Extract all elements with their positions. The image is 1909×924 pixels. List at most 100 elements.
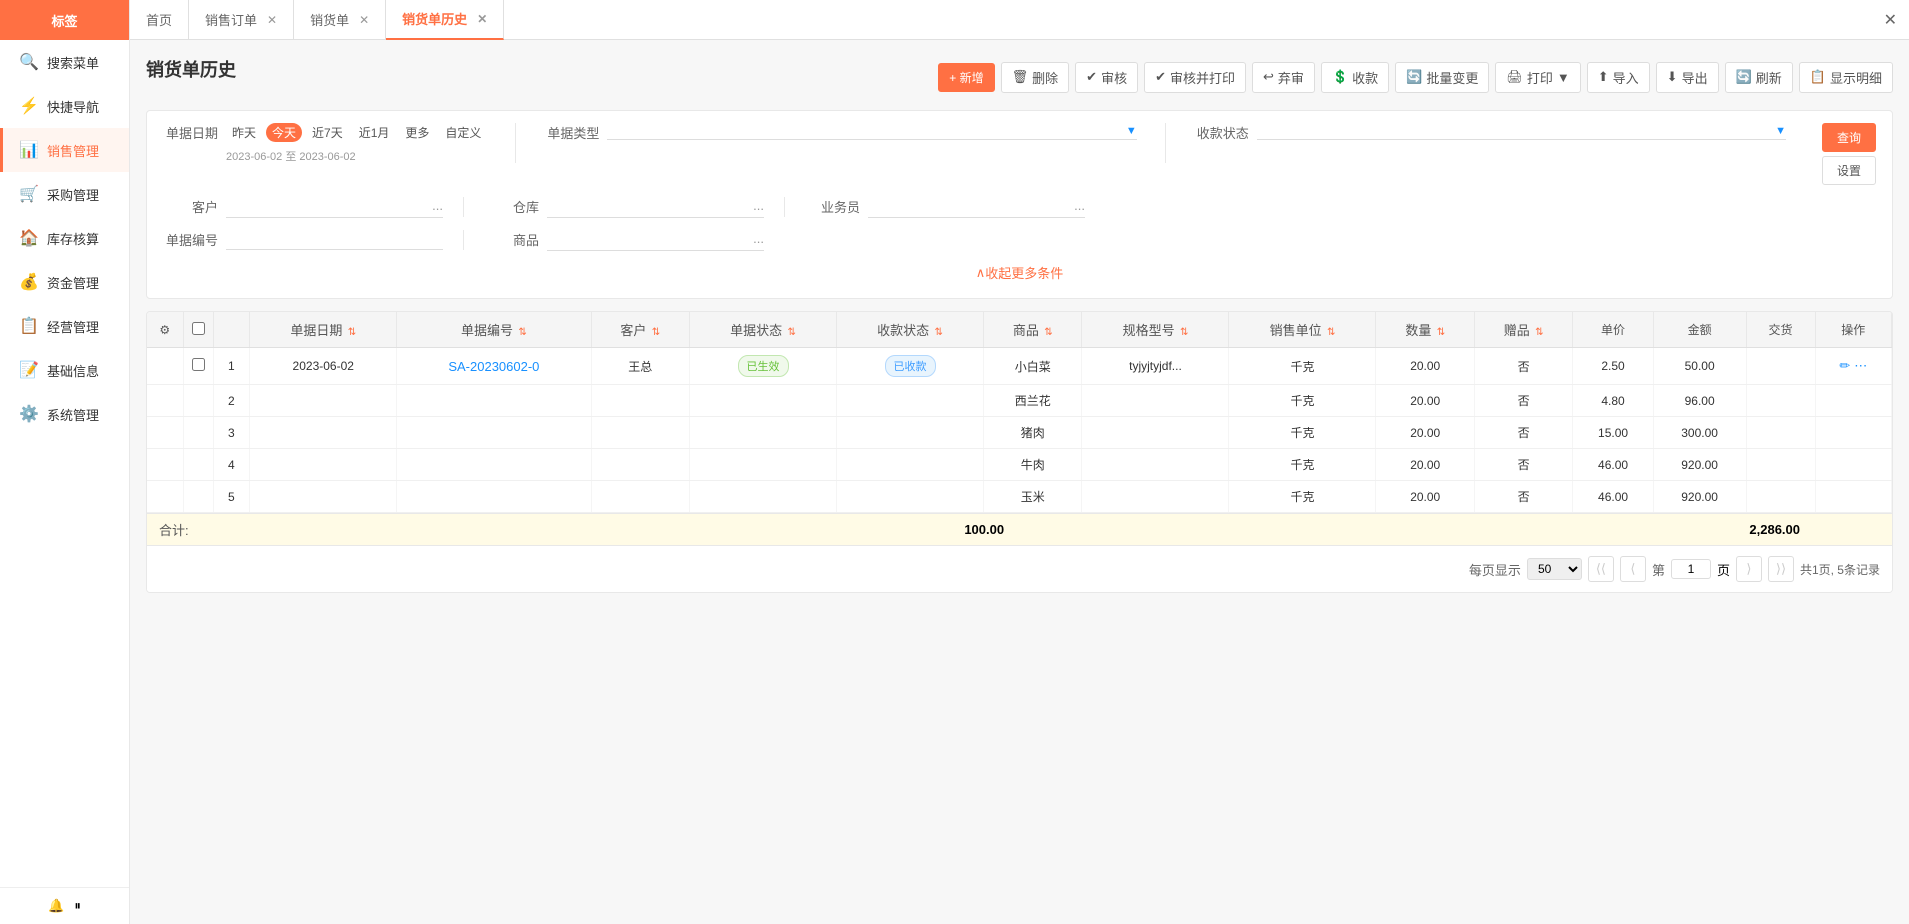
doc-no-link[interactable]: SA-20230602-0	[448, 359, 539, 374]
audit-print-button[interactable]: ✔ 审核并打印	[1144, 62, 1246, 93]
date-1month[interactable]: 近1月	[353, 123, 396, 142]
last-page-btn[interactable]: ⟩⟩	[1768, 556, 1794, 582]
gear-icon: ⚙️	[19, 404, 39, 424]
collect-button[interactable]: 💲 收款	[1321, 62, 1389, 93]
row-settings	[147, 348, 183, 385]
col-doc-date-label: 单据日期	[290, 323, 342, 338]
col-doc-no[interactable]: 单据编号 ⇅	[397, 312, 591, 348]
col-doc-date[interactable]: 单据日期 ⇅	[250, 312, 397, 348]
col-payment-status[interactable]: 收款状态 ⇅	[837, 312, 984, 348]
date-custom[interactable]: 自定义	[439, 123, 487, 142]
abandon-button[interactable]: ↩ 弃审	[1252, 62, 1315, 93]
batch-change-button[interactable]: 🔄 批量变更	[1395, 62, 1489, 93]
import-button[interactable]: ⬆ 导入	[1587, 62, 1650, 93]
row-gift: 否	[1474, 449, 1572, 481]
salesperson-input[interactable]	[868, 195, 1070, 215]
new-button[interactable]: + 新增	[938, 63, 994, 92]
tab-sales-history-close[interactable]: ✕	[477, 13, 487, 25]
sidebar-bottom-icon1[interactable]: 🔔	[48, 898, 64, 914]
col-doc-status[interactable]: 单据状态 ⇅	[690, 312, 837, 348]
row-settings	[147, 385, 183, 417]
audit-print-icon: ✔	[1155, 69, 1166, 85]
first-page-btn[interactable]: ⟨⟨	[1588, 556, 1614, 582]
row-checkbox-input[interactable]	[192, 358, 205, 371]
prev-page-btn[interactable]: ⟨	[1620, 556, 1646, 582]
row-checkbox	[183, 481, 213, 513]
row-customer: 王总	[591, 348, 689, 385]
export-button[interactable]: ⬇ 导出	[1656, 62, 1719, 93]
print-button[interactable]: 🖨 打印 ▼	[1495, 62, 1580, 93]
row-amount: 96.00	[1653, 385, 1746, 417]
tab-bar: 首页 销售订单 ✕ 销货单 ✕ 销货单历史 ✕ ✕	[130, 0, 1909, 40]
sidebar-bottom-icon2[interactable]: ⏸	[74, 898, 81, 914]
date-today[interactable]: 今天	[266, 123, 302, 142]
sidebar-item-system[interactable]: ⚙️ 系统管理	[0, 392, 129, 436]
warehouse-dots[interactable]: ...	[753, 198, 764, 213]
table-row: 5 玉米 千克 20.00 否 46.00 920.00	[147, 481, 1892, 513]
tab-home[interactable]: 首页	[130, 0, 189, 40]
display-detail-button[interactable]: 📋 显示明细	[1799, 62, 1893, 93]
select-all-checkbox[interactable]	[192, 322, 205, 335]
settings-button[interactable]: 设置	[1822, 156, 1876, 185]
delete-button[interactable]: 🗑 删除	[1001, 62, 1070, 93]
page-number-input[interactable]	[1671, 559, 1711, 579]
col-customer[interactable]: 客户 ⇅	[591, 312, 689, 348]
row-transaction	[1746, 481, 1815, 513]
audit-button[interactable]: ✔ 审核	[1075, 62, 1138, 93]
col-goods[interactable]: 商品 ⇅	[984, 312, 1082, 348]
sidebar-item-operations[interactable]: 📋 经营管理	[0, 304, 129, 348]
tab-sales-history[interactable]: 销货单历史 ✕	[386, 0, 504, 40]
goods-input[interactable]	[547, 228, 749, 248]
col-goods-label: 商品	[1013, 323, 1039, 338]
col-unit[interactable]: 销售单位 ⇅	[1229, 312, 1376, 348]
date-7days[interactable]: 近7天	[306, 123, 349, 142]
tab-sales-order[interactable]: 销售订单 ✕	[189, 0, 294, 40]
goods-dots[interactable]: ...	[753, 231, 764, 246]
date-yesterday[interactable]: 昨天	[226, 123, 262, 142]
col-settings[interactable]: ⚙	[147, 312, 183, 348]
docno-input[interactable]	[226, 229, 443, 250]
salesperson-dots[interactable]: ...	[1074, 198, 1085, 213]
row-unit: 千克	[1229, 481, 1376, 513]
print-icon: 🖨	[1506, 69, 1523, 85]
date-more[interactable]: 更多	[399, 123, 435, 142]
col-spec[interactable]: 规格型号 ⇅	[1082, 312, 1229, 348]
sidebar-bottom: 🔔 ⏸	[0, 887, 129, 924]
more-action[interactable]: ⋯	[1854, 358, 1867, 374]
next-page-btn[interactable]: ⟩	[1736, 556, 1762, 582]
sidebar-item-purchase-mgmt[interactable]: 🛒 采购管理	[0, 172, 129, 216]
row-unit: 千克	[1229, 385, 1376, 417]
tab-sales-order-close[interactable]: ✕	[267, 14, 277, 26]
page-label-after: 页	[1717, 560, 1730, 579]
export-icon: ⬇	[1667, 69, 1678, 85]
sidebar-item-label: 快捷导航	[47, 97, 99, 116]
col-gift[interactable]: 赠品 ⇅	[1474, 312, 1572, 348]
row-actions	[1815, 481, 1891, 513]
edit-action[interactable]: ✏	[1839, 358, 1850, 374]
sidebar-item-base-info[interactable]: 📝 基础信息	[0, 348, 129, 392]
col-qty[interactable]: 数量 ⇅	[1376, 312, 1474, 348]
sidebar-item-label: 资金管理	[47, 273, 99, 292]
sidebar-item-inventory[interactable]: 🏠 库存核算	[0, 216, 129, 260]
collapse-btn[interactable]: ∧ 收起更多条件	[163, 259, 1876, 286]
sidebar-item-quick-nav[interactable]: ⚡ 快捷导航	[0, 84, 129, 128]
tab-bar-close-all[interactable]: ✕	[1872, 10, 1909, 30]
sidebar-item-search-menu[interactable]: 🔍 搜索菜单	[0, 40, 129, 84]
refresh-button[interactable]: 🔄 刷新	[1725, 62, 1793, 93]
query-button[interactable]: 查询	[1822, 123, 1876, 152]
customer-input[interactable]	[226, 195, 428, 215]
sidebar-item-finance[interactable]: 💰 资金管理	[0, 260, 129, 304]
tab-sales-delivery[interactable]: 销货单 ✕	[294, 0, 386, 40]
row-goods: 小白菜	[984, 348, 1082, 385]
total-label: 合计:	[159, 520, 219, 539]
customer-dots[interactable]: ...	[432, 198, 443, 213]
page-content: 销货单历史 + 新增 🗑 删除 ✔ 审核 ✔ 审核并打印 ↩ 弃审	[130, 40, 1909, 924]
tab-sales-delivery-close[interactable]: ✕	[359, 14, 369, 26]
row-doc-no	[397, 417, 591, 449]
warehouse-input[interactable]	[547, 195, 749, 215]
row-amount: 300.00	[1653, 417, 1746, 449]
row-actions: ✏⋯	[1815, 348, 1891, 385]
total-info: 共1页, 5条记录	[1800, 561, 1880, 578]
sidebar-item-sales-mgmt[interactable]: 📊 销售管理	[0, 128, 129, 172]
per-page-select[interactable]: 50 100 200	[1527, 558, 1582, 580]
